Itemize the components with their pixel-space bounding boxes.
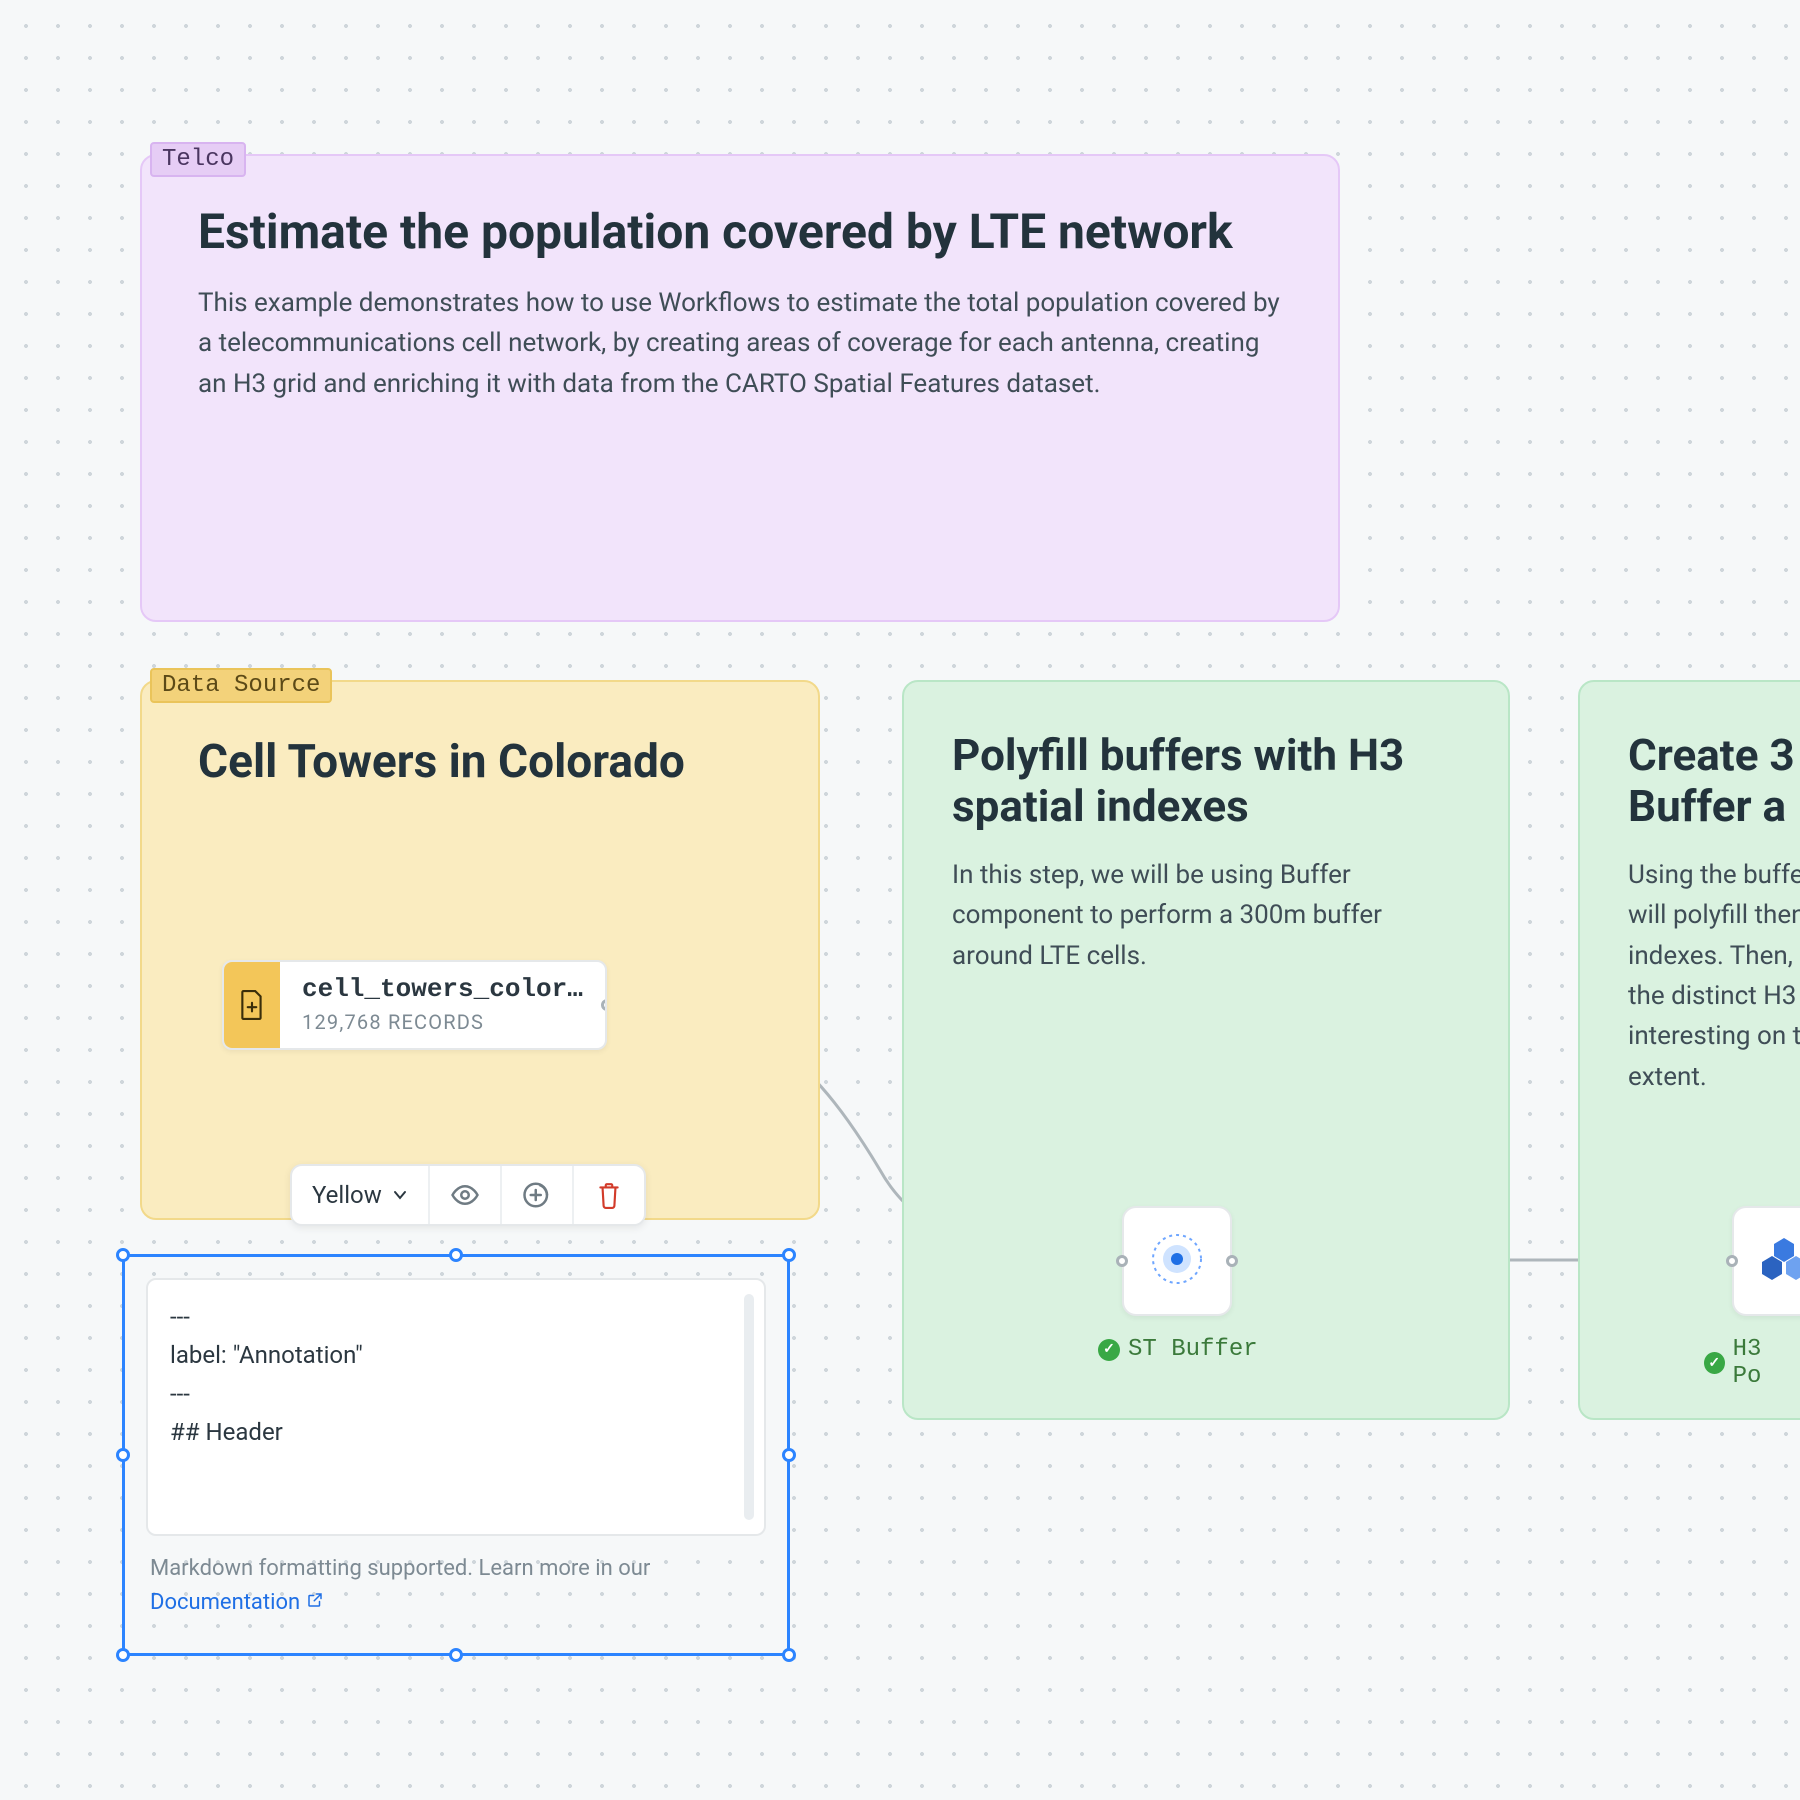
color-select[interactable]: Yellow <box>292 1166 430 1224</box>
data-source-chip[interactable]: cell_towers_color… 129,768 RECORDS <box>222 960 607 1050</box>
input-port[interactable] <box>1726 1255 1738 1267</box>
workflow-canvas[interactable]: Telco Estimate the population covered by… <box>0 0 1800 1800</box>
resize-handle-nw[interactable] <box>116 1248 130 1262</box>
checkmark-icon: ✓ <box>1098 1339 1120 1361</box>
markdown-editor[interactable]: --- label: "Annotation" --- ## Header <box>146 1278 766 1536</box>
source-name: cell_towers_color… <box>302 974 583 1004</box>
hexagon-icon <box>1754 1226 1800 1296</box>
source-records: 129,768 RECORDS <box>302 1010 583 1034</box>
chevron-down-icon <box>392 1181 408 1209</box>
node-label-text: ST Buffer <box>1128 1336 1258 1363</box>
editor-line: label: "Annotation" <box>170 1336 742 1374</box>
output-port[interactable] <box>1226 1255 1238 1267</box>
resize-handle-n[interactable] <box>449 1248 463 1262</box>
note-tag-data-source: Data Source <box>150 668 332 703</box>
hint-text: Markdown formatting supported. Learn mor… <box>150 1556 650 1581</box>
resize-handle-se[interactable] <box>782 1648 796 1662</box>
note-body: Using the buffe will polyfill then index… <box>1628 855 1800 1097</box>
doc-link-label: Documentation <box>150 1586 300 1620</box>
editor-line: --- <box>170 1375 742 1413</box>
color-select-label: Yellow <box>312 1181 382 1209</box>
node-label: ✓ ST Buffer <box>1098 1336 1258 1363</box>
node-label: ✓ H3 Po <box>1704 1336 1800 1390</box>
group-button[interactable] <box>502 1166 574 1224</box>
node-label-text: H3 Po <box>1733 1336 1800 1390</box>
note-title: Cell Towers in Colorado <box>198 736 762 789</box>
external-link-icon <box>306 1586 324 1620</box>
trash-icon <box>594 1180 624 1210</box>
table-icon <box>224 962 280 1048</box>
resize-handle-ne[interactable] <box>782 1248 796 1262</box>
node-st-buffer[interactable] <box>1122 1206 1232 1316</box>
note-title: Create 3 Buffer a <box>1628 730 1800 831</box>
note-data-source[interactable]: Data Source Cell Towers in Colorado <box>140 680 820 1220</box>
resize-handle-w[interactable] <box>116 1448 130 1462</box>
resize-handle-s[interactable] <box>449 1648 463 1662</box>
note-telco[interactable]: Telco Estimate the population covered by… <box>140 154 1340 622</box>
editor-line: --- <box>170 1298 742 1336</box>
note-title: Polyfill buffers with H3 spatial indexes <box>952 730 1460 831</box>
note-body: In this step, we will be using Buffer co… <box>952 855 1460 976</box>
resize-handle-e[interactable] <box>782 1448 796 1462</box>
resize-handle-sw[interactable] <box>116 1648 130 1662</box>
visibility-button[interactable] <box>430 1166 502 1224</box>
documentation-link[interactable]: Documentation <box>150 1586 324 1620</box>
editor-line: ## Header <box>170 1413 742 1451</box>
checkmark-icon: ✓ <box>1704 1352 1725 1374</box>
input-port[interactable] <box>1116 1255 1128 1267</box>
eye-icon <box>450 1180 480 1210</box>
note-body: This example demonstrates how to use Wor… <box>198 283 1282 404</box>
circle-plus-icon <box>522 1180 552 1210</box>
note-title: Estimate the population covered by LTE n… <box>198 204 1282 259</box>
output-port[interactable] <box>601 999 607 1011</box>
delete-button[interactable] <box>574 1166 644 1224</box>
annotation-toolbar: Yellow <box>290 1164 646 1226</box>
buffer-icon <box>1144 1226 1210 1296</box>
note-tag-telco: Telco <box>150 142 246 177</box>
node-h3-polyfill[interactable] <box>1732 1206 1800 1316</box>
editor-hint: Markdown formatting supported. Learn mor… <box>150 1552 760 1620</box>
